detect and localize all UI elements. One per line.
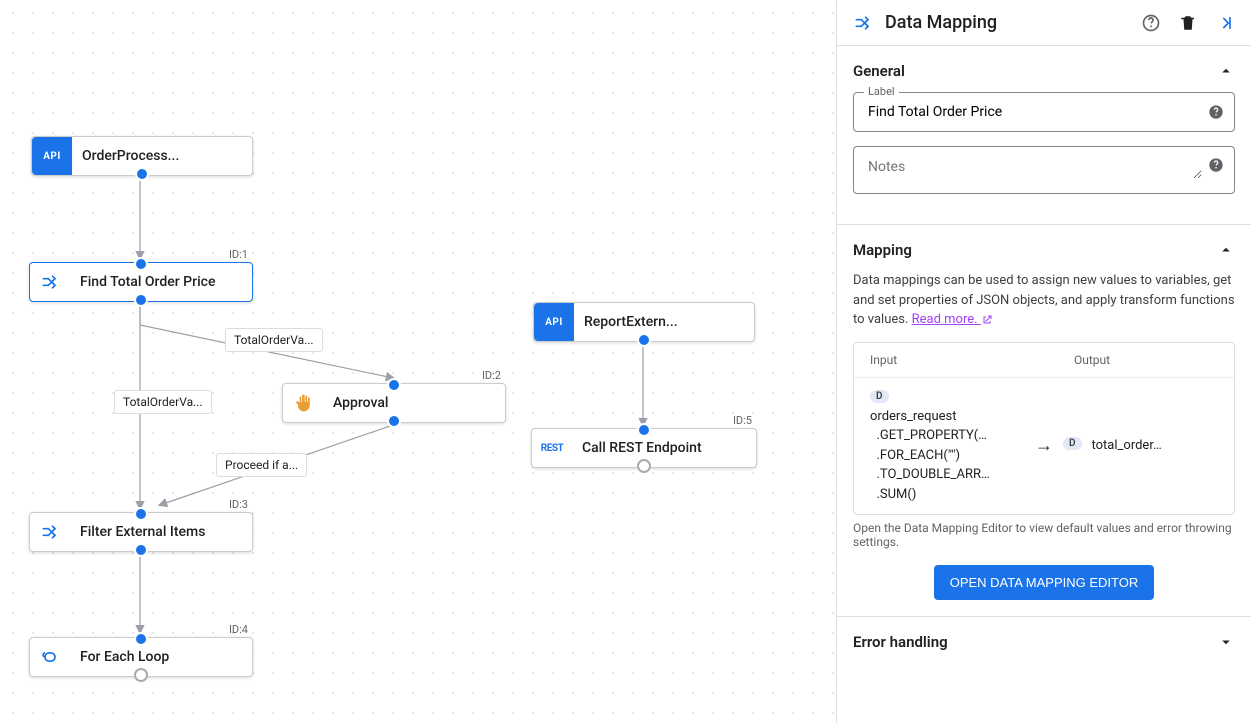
section-header-error[interactable]: Error handling xyxy=(853,633,1235,651)
node-id: ID:2 xyxy=(482,369,501,382)
node-id: ID:3 xyxy=(229,498,248,511)
loop-icon xyxy=(30,638,70,676)
mapping-row[interactable]: D orders_request .GET_PROPERTY(… .FOR_EA… xyxy=(854,377,1234,515)
label-input[interactable] xyxy=(866,103,1202,121)
port-out[interactable] xyxy=(135,167,149,181)
section-title: Mapping xyxy=(853,241,912,259)
mapping-output-var: total_order… xyxy=(1092,438,1162,453)
col-output: Output xyxy=(1074,353,1218,367)
help-icon[interactable] xyxy=(1208,104,1224,120)
port-in[interactable] xyxy=(134,632,148,646)
node-label: ReportExtern... xyxy=(574,303,754,341)
mapping-table: Input Output D orders_request .GET_PROPE… xyxy=(853,342,1235,516)
chevron-down-icon xyxy=(1217,633,1235,651)
node-label: Call REST Endpoint xyxy=(572,429,756,467)
chevron-up-icon xyxy=(1217,241,1235,259)
node-filter-external-items[interactable]: ID:3 Filter External Items xyxy=(29,512,253,552)
node-label: Filter External Items xyxy=(70,513,252,551)
port-in[interactable] xyxy=(387,378,401,392)
help-icon[interactable] xyxy=(1208,157,1224,173)
mapping-input-expr: orders_request .GET_PROPERTY(… .FOR_EACH… xyxy=(870,407,1025,505)
panel-title: Data Mapping xyxy=(885,12,1129,33)
port-out[interactable] xyxy=(134,293,148,307)
data-mapping-icon xyxy=(30,263,70,301)
port-in[interactable] xyxy=(637,423,651,437)
delete-icon[interactable] xyxy=(1179,13,1197,33)
data-mapping-icon xyxy=(30,513,70,551)
collapse-panel-icon[interactable] xyxy=(1215,13,1235,33)
section-title: General xyxy=(853,62,905,80)
port-out[interactable] xyxy=(134,543,148,557)
node-find-total-order-price[interactable]: ID:1 Find Total Order Price xyxy=(29,262,253,302)
panel-header: Data Mapping xyxy=(837,0,1251,45)
node-label: Approval xyxy=(323,384,505,422)
node-id: ID:1 xyxy=(229,248,248,261)
node-id: ID:5 xyxy=(733,414,752,427)
details-panel: Data Mapping General Label Mapping xyxy=(836,0,1251,723)
help-icon[interactable] xyxy=(1141,13,1161,33)
node-call-rest-endpoint[interactable]: ID:5 REST Call REST Endpoint xyxy=(531,428,757,468)
data-mapping-icon xyxy=(853,13,873,33)
mapping-hint: Open the Data Mapping Editor to view def… xyxy=(853,521,1235,549)
mapping-description: Data mappings can be used to assign new … xyxy=(853,271,1235,330)
section-header-general[interactable]: General xyxy=(853,62,1235,92)
rest-icon: REST xyxy=(532,429,572,467)
flow-canvas[interactable]: API OrderProcess... ID:1 Find Total Orde… xyxy=(0,0,836,723)
node-label: For Each Loop xyxy=(70,638,252,676)
read-more-link[interactable]: Read more. xyxy=(912,312,993,327)
node-id: ID:4 xyxy=(229,623,248,636)
port-out[interactable] xyxy=(387,414,401,428)
edge-label[interactable]: Proceed if a... xyxy=(216,453,307,477)
label-field[interactable]: Label xyxy=(853,92,1235,132)
node-trigger-reportextern[interactable]: API ReportExtern... xyxy=(533,302,755,342)
notes-field[interactable] xyxy=(853,146,1235,194)
type-chip: D xyxy=(870,390,889,403)
section-general: General Label xyxy=(837,45,1251,224)
api-icon: API xyxy=(32,137,72,175)
port-out[interactable] xyxy=(134,668,148,682)
hand-icon xyxy=(283,384,323,422)
node-for-each-loop[interactable]: ID:4 For Each Loop xyxy=(29,637,253,677)
port-in[interactable] xyxy=(134,507,148,521)
section-header-mapping[interactable]: Mapping xyxy=(853,241,1235,271)
node-approval[interactable]: ID:2 Approval xyxy=(282,383,506,423)
type-chip: D xyxy=(1063,437,1082,450)
chevron-up-icon xyxy=(1217,62,1235,80)
port-out[interactable] xyxy=(637,459,651,473)
field-label: Label xyxy=(864,85,899,98)
api-icon: API xyxy=(534,303,574,341)
edge-label[interactable]: TotalOrderVa... xyxy=(114,390,212,414)
node-label: Find Total Order Price xyxy=(70,263,252,301)
node-trigger-orderprocess[interactable]: API OrderProcess... xyxy=(31,136,253,176)
node-label: OrderProcess... xyxy=(72,137,252,175)
notes-textarea[interactable] xyxy=(866,157,1202,179)
col-input: Input xyxy=(870,353,1014,367)
section-mapping: Mapping Data mappings can be used to ass… xyxy=(837,224,1251,616)
edge-layer xyxy=(0,0,836,723)
section-error-handling: Error handling xyxy=(837,616,1251,667)
edge-label[interactable]: TotalOrderVa... xyxy=(225,328,323,352)
port-in[interactable] xyxy=(134,257,148,271)
section-title: Error handling xyxy=(853,633,948,651)
arrow-icon: → xyxy=(1035,435,1053,456)
port-out[interactable] xyxy=(637,333,651,347)
open-mapping-editor-button[interactable]: OPEN DATA MAPPING EDITOR xyxy=(934,565,1155,600)
